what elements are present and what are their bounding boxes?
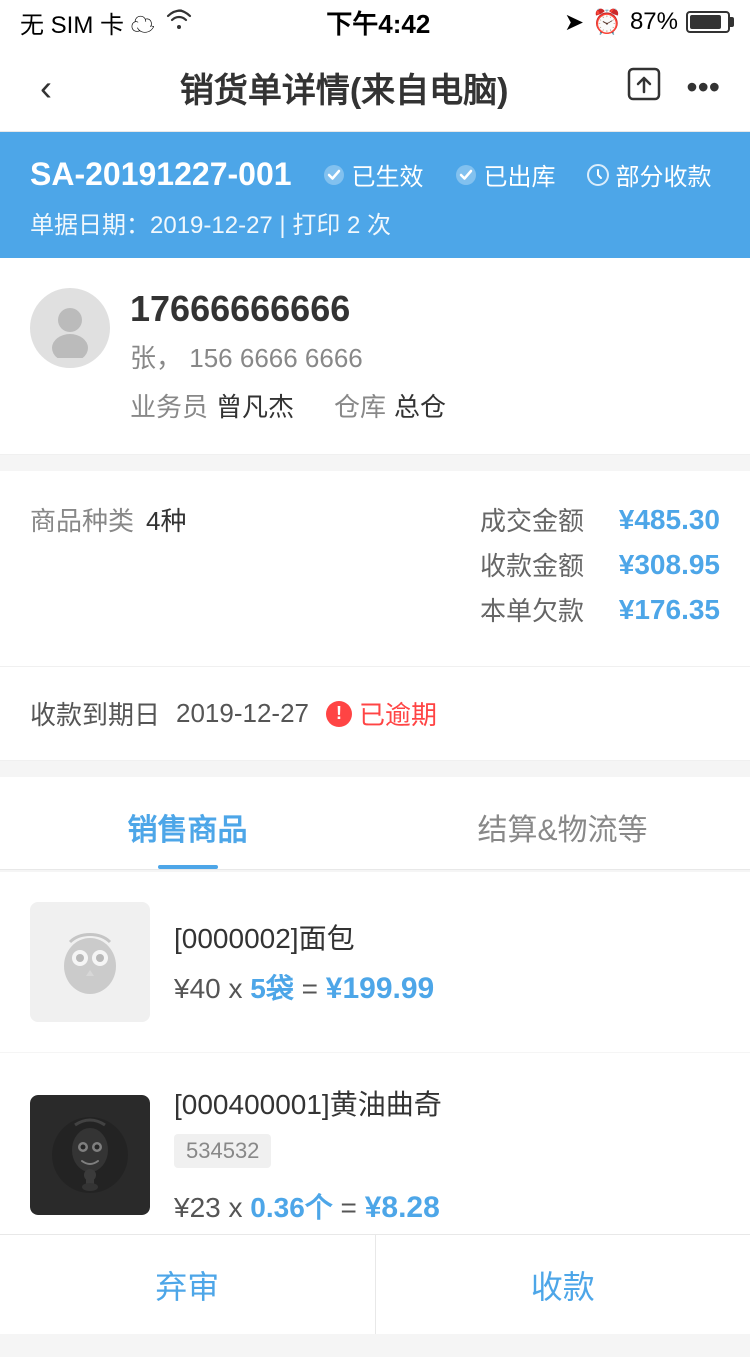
product-details-1: [0000002]面包 ¥40 x 5袋 = ¥199.99 [174,917,720,1007]
nav-actions: ••• [626,66,720,110]
customer-avatar [30,288,110,368]
product-name-2: [000400001]黄油曲奇 [174,1083,720,1123]
wifi-icon [165,8,193,37]
status-bar: 无 SIM 卡 ☁ 下午4:42 ➤ ⏰ 87% [0,0,750,44]
customer-phone-display: 17666666666 [130,288,720,330]
due-date-label: 收款到期日 [30,695,160,732]
header-banner: SA-20191227-001 已生效 已出库 部分收款 单据日期：2019-1… [0,132,750,258]
collect-payment-button[interactable]: 收款 [376,1235,750,1334]
alarm-icon: ⏰ [592,8,622,37]
svg-text:!: ! [336,703,342,723]
order-date-info: 单据日期：2019-12-27 | 打印 2 次 [30,205,720,240]
overdue-badge: ! 已逾期 [325,695,437,732]
customer-contact: 张， 156 6666 6666 [130,338,720,375]
customer-section: 17666666666 张， 156 6666 6666 业务员 曾凡杰 仓库 … [0,258,750,455]
share-icon[interactable] [626,66,662,110]
more-icon[interactable]: ••• [686,69,720,106]
due-date-value: 2019-12-27 [176,698,309,729]
location-icon: ➤ [564,8,584,37]
product-details-2: [000400001]黄油曲奇 534532 ¥23 x 0.36个 = ¥8.… [174,1083,720,1226]
due-date-section: 收款到期日 2019-12-27 ! 已逾期 [0,667,750,761]
products-container: [0000002]面包 ¥40 x 5袋 = ¥199.99 [0,872,750,1257]
product-price-1: ¥40 x 5袋 = ¥199.99 [174,967,720,1007]
tabs-container: 销售商品 结算&物流等 [0,777,750,870]
product-thumbnail-1 [30,902,150,1022]
product-sku-2: 534532 [174,1134,271,1168]
back-button[interactable]: ‹ [30,57,62,119]
product-name-1: [0000002]面包 [174,917,720,957]
collected-amount-row: 收款金额 ¥308.95 [480,546,720,583]
cancel-review-button[interactable]: 弃审 [0,1235,376,1334]
status-badge-partial-payment: 部分收款 [586,157,712,192]
debt-amount-row: 本单欠款 ¥176.35 [480,591,720,628]
nav-bar: ‹ 销货单详情(来自电脑) ••• [0,44,750,132]
trading-amount-row: 成交金额 ¥485.30 [480,501,720,538]
sim-status: 无 SIM 卡 ☁ [20,5,155,40]
status-badge-effective: 已生效 [322,157,424,192]
order-number: SA-20191227-001 [30,156,292,193]
product-type-stats: 商品种类 4种 [30,501,186,542]
status-right: ➤ ⏰ 87% [564,8,730,37]
battery-percent: 87% [630,8,678,36]
customer-meta: 业务员 曾凡杰 仓库 总仓 [130,387,720,424]
amount-stats: 成交金额 ¥485.30 收款金额 ¥308.95 本单欠款 ¥176.35 [480,501,720,636]
product-item: [0000002]面包 ¥40 x 5袋 = ¥199.99 [0,872,750,1053]
page-title: 销货单详情(来自电脑) [180,63,509,112]
status-left: 无 SIM 卡 ☁ [20,5,193,40]
product-item: [000400001]黄油曲奇 534532 ¥23 x 0.36个 = ¥8.… [0,1053,750,1257]
status-time: 下午4:42 [326,4,430,41]
product-thumbnail-2 [30,1095,150,1215]
product-price-2: ¥23 x 0.36个 = ¥8.28 [174,1186,720,1226]
warehouse-info: 仓库 总仓 [334,387,446,424]
salesperson-info: 业务员 曾凡杰 [130,387,294,424]
stats-section: 商品种类 4种 成交金额 ¥485.30 收款金额 ¥308.95 本单欠款 ¥… [0,471,750,667]
battery-icon [686,11,730,33]
bottom-bar: 弃审 收款 [0,1234,750,1334]
tab-settlement-logistics[interactable]: 结算&物流等 [375,777,750,869]
customer-info: 17666666666 张， 156 6666 6666 业务员 曾凡杰 仓库 … [130,288,720,424]
tab-sales-products[interactable]: 销售商品 [0,777,375,869]
status-badge-shipped: 已出库 [454,157,556,192]
